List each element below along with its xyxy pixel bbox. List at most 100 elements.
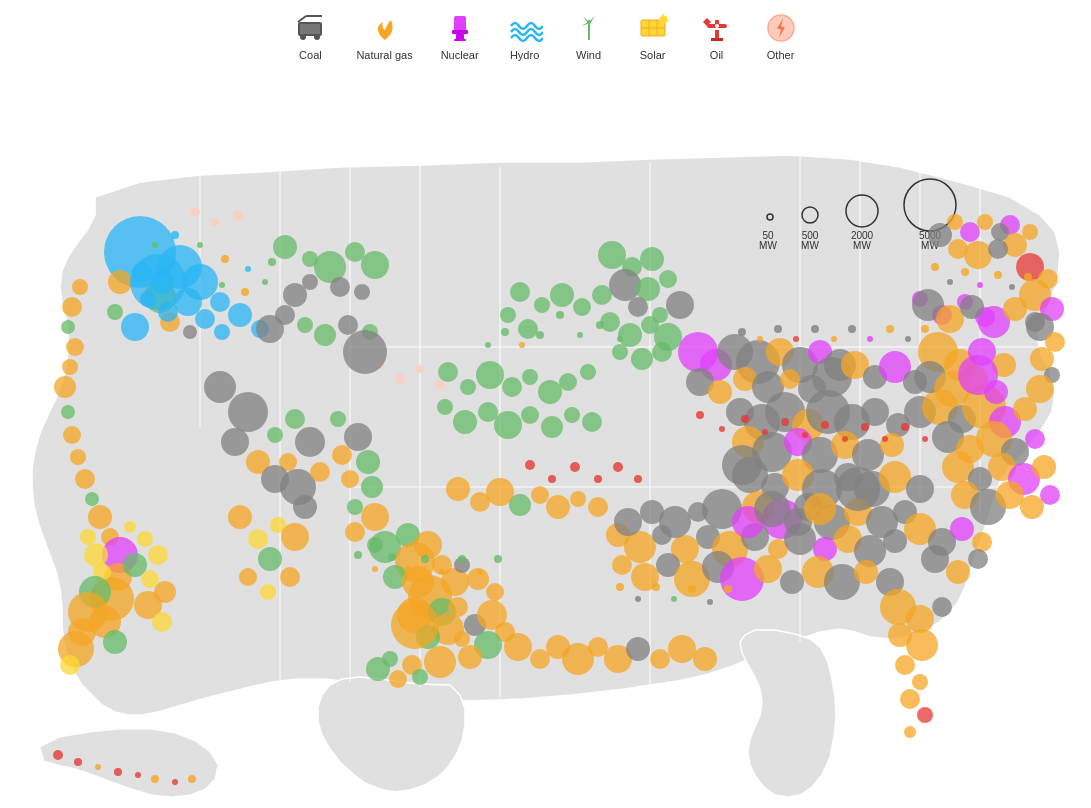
svg-point-77 xyxy=(75,469,95,489)
svg-point-75 xyxy=(63,426,81,444)
svg-point-166 xyxy=(330,277,350,297)
nuclear-label: Nuclear xyxy=(441,49,479,61)
svg-text:MW: MW xyxy=(759,240,777,251)
svg-point-337 xyxy=(928,223,952,247)
svg-point-161 xyxy=(273,235,297,259)
svg-point-390 xyxy=(458,555,466,563)
svg-point-199 xyxy=(588,497,608,517)
svg-point-120 xyxy=(260,584,276,600)
legend-item-natural-gas: Natural gas xyxy=(356,10,412,61)
svg-point-70 xyxy=(61,320,75,334)
svg-point-452 xyxy=(693,647,717,671)
svg-point-185 xyxy=(453,410,477,434)
svg-point-401 xyxy=(719,426,725,432)
svg-point-349 xyxy=(171,231,179,239)
svg-point-360 xyxy=(596,321,604,329)
svg-point-180 xyxy=(522,369,538,385)
svg-point-395 xyxy=(961,268,969,276)
svg-point-315 xyxy=(1032,455,1056,479)
svg-point-434 xyxy=(233,210,243,220)
svg-point-197 xyxy=(546,495,570,519)
oil-label: Oil xyxy=(710,49,723,61)
svg-rect-7 xyxy=(452,30,468,34)
svg-point-217 xyxy=(612,344,628,360)
svg-point-130 xyxy=(345,522,365,542)
svg-point-62 xyxy=(107,304,123,320)
svg-point-356 xyxy=(241,288,249,296)
svg-point-128 xyxy=(347,499,363,515)
svg-point-300 xyxy=(904,726,916,738)
svg-point-473 xyxy=(570,462,580,472)
svg-point-363 xyxy=(519,342,525,348)
svg-point-371 xyxy=(831,336,837,342)
svg-point-96 xyxy=(148,545,168,565)
svg-point-449 xyxy=(626,637,650,661)
svg-point-214 xyxy=(618,323,642,347)
svg-point-475 xyxy=(613,462,623,472)
map-legend: Coal Natural gas Nuclear xyxy=(0,0,1091,67)
legend-item-nuclear: Nuclear xyxy=(441,10,479,61)
svg-point-471 xyxy=(525,460,535,470)
svg-point-187 xyxy=(494,411,522,439)
svg-point-205 xyxy=(659,270,677,288)
svg-point-106 xyxy=(267,427,283,443)
svg-point-151 xyxy=(458,645,482,669)
svg-point-402 xyxy=(741,415,749,423)
svg-point-279 xyxy=(612,555,632,575)
svg-point-285 xyxy=(754,555,782,583)
svg-point-195 xyxy=(509,494,531,516)
svg-point-373 xyxy=(867,336,873,342)
svg-point-450 xyxy=(650,649,670,669)
svg-line-19 xyxy=(665,16,667,18)
svg-point-441 xyxy=(659,506,691,538)
svg-point-335 xyxy=(960,222,980,242)
svg-point-167 xyxy=(354,284,370,300)
svg-point-436 xyxy=(395,374,405,384)
svg-point-183 xyxy=(580,364,596,380)
svg-point-298 xyxy=(900,689,920,709)
svg-point-370 xyxy=(811,325,819,333)
svg-point-419 xyxy=(188,775,196,783)
svg-rect-6 xyxy=(454,16,466,32)
svg-point-191 xyxy=(582,412,602,432)
svg-point-296 xyxy=(895,655,915,675)
svg-point-122 xyxy=(330,411,346,427)
svg-point-364 xyxy=(501,328,509,336)
svg-point-173 xyxy=(314,324,336,346)
svg-point-411 xyxy=(922,436,928,442)
svg-point-495 xyxy=(836,467,880,511)
svg-point-399 xyxy=(1024,273,1032,281)
svg-point-176 xyxy=(438,362,458,382)
svg-point-489 xyxy=(195,309,215,329)
hydro-icon xyxy=(507,10,543,46)
svg-point-365 xyxy=(485,342,491,348)
svg-point-491 xyxy=(343,330,387,374)
svg-point-79 xyxy=(88,505,112,529)
svg-point-61 xyxy=(210,292,230,312)
svg-point-350 xyxy=(197,242,203,248)
svg-point-493 xyxy=(958,355,998,395)
legend-item-other: Other xyxy=(763,10,799,61)
svg-point-451 xyxy=(668,635,696,663)
svg-point-394 xyxy=(947,279,953,285)
svg-point-213 xyxy=(600,312,620,332)
svg-point-293 xyxy=(932,597,952,617)
svg-point-126 xyxy=(341,470,359,488)
svg-point-172 xyxy=(297,317,313,333)
svg-point-400 xyxy=(696,411,704,419)
svg-point-381 xyxy=(688,585,696,593)
svg-point-481 xyxy=(592,285,612,305)
svg-point-299 xyxy=(917,707,933,723)
svg-point-25 xyxy=(715,24,719,28)
legend-item-coal: Coal xyxy=(292,10,328,61)
svg-point-112 xyxy=(310,462,330,482)
svg-point-357 xyxy=(262,279,268,285)
svg-point-319 xyxy=(1020,495,1044,519)
svg-point-387 xyxy=(405,566,411,572)
svg-point-228 xyxy=(780,369,800,389)
svg-point-178 xyxy=(476,361,504,389)
svg-point-117 xyxy=(281,523,309,551)
svg-point-418 xyxy=(172,779,178,785)
svg-point-198 xyxy=(570,491,586,507)
svg-point-108 xyxy=(295,427,325,457)
